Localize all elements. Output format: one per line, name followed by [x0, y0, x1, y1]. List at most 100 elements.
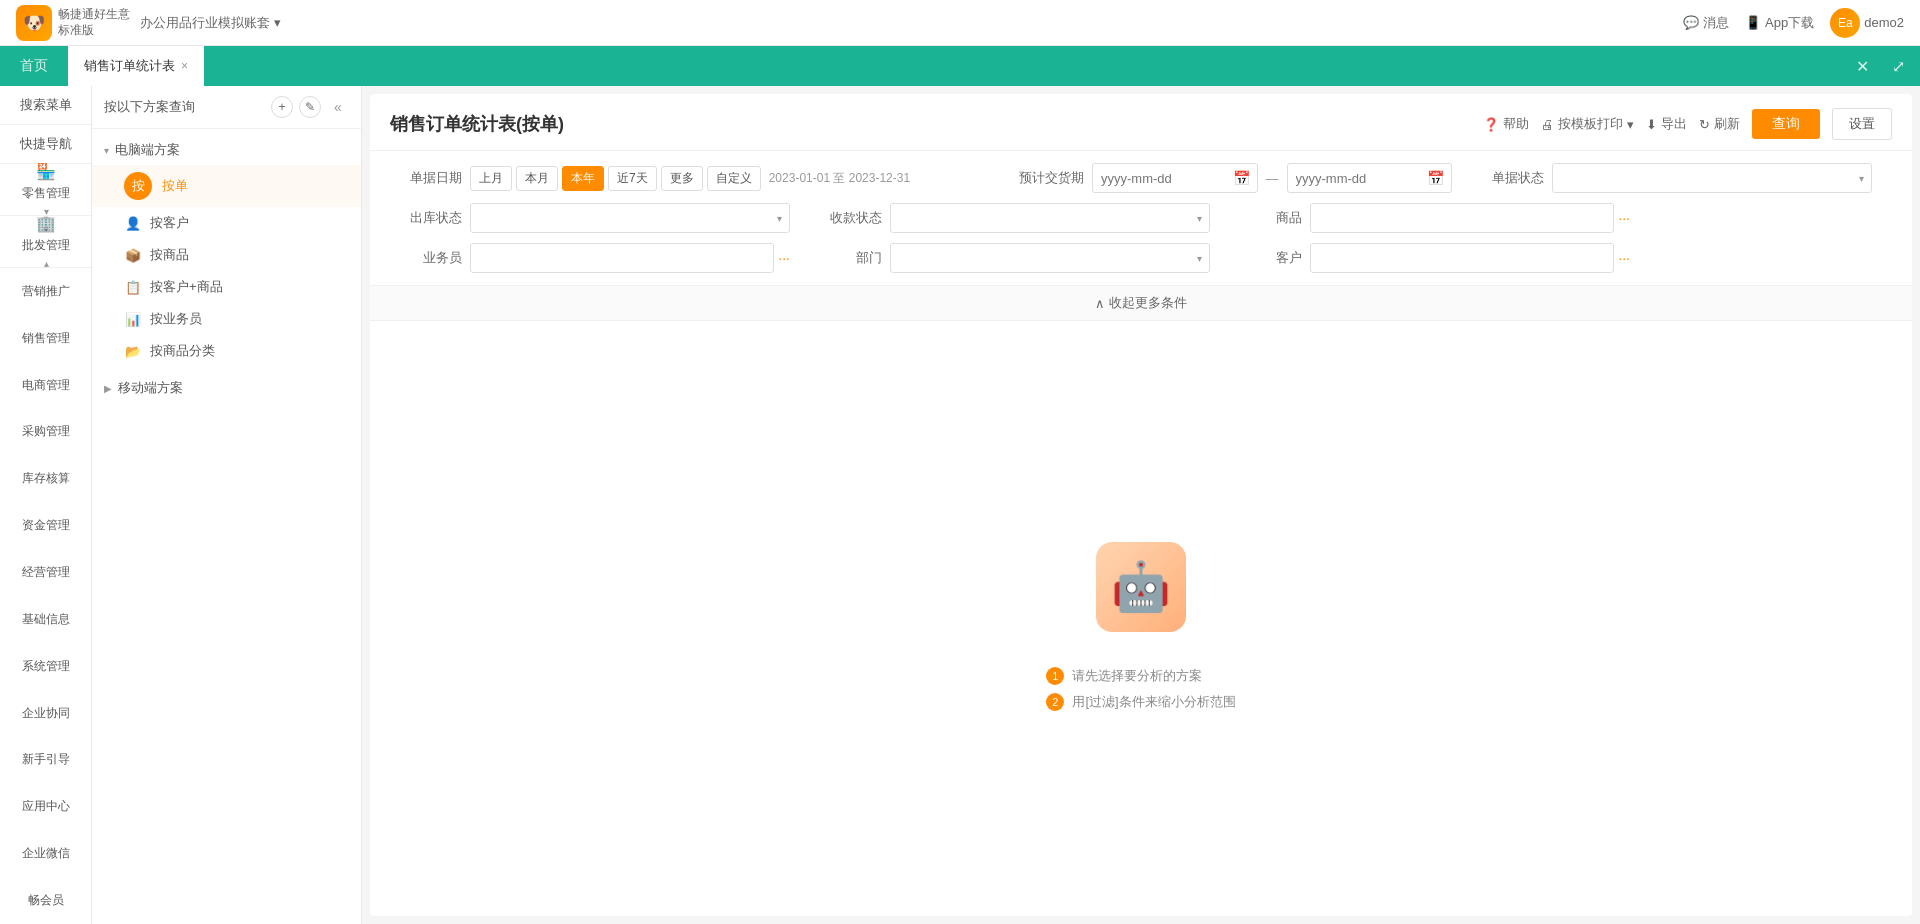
sidebar-item-basic[interactable]: 基础信息	[0, 596, 91, 643]
top-bar-right: 💬 消息 📱 App下载 Ea demo2	[1683, 8, 1904, 38]
ship-status-select[interactable]	[470, 203, 790, 233]
pc-section-header[interactable]: ▾ 电脑端方案	[92, 135, 361, 165]
tree-item-by-category[interactable]: 📂 按商品分类	[92, 335, 361, 367]
expected-date-start[interactable]	[1092, 163, 1258, 193]
salesman-input[interactable]	[470, 243, 774, 273]
payment-status-select-wrap: ▾	[890, 203, 1210, 233]
doc-status-select[interactable]	[1552, 163, 1872, 193]
tree-item-by-cust-prod[interactable]: 📋 按客户+商品	[92, 271, 361, 303]
sidebar-item-apps[interactable]: 应用中心	[0, 783, 91, 830]
logo-icon: 🐶	[16, 5, 52, 41]
sidebar-item-wholesale[interactable]: 🏢 批发管理 ▴	[0, 216, 91, 268]
product-ellipsis-btn[interactable]: ···	[1618, 210, 1630, 226]
date-btn-last-month[interactable]: 上月	[470, 166, 512, 191]
edit-scheme-btn[interactable]: ✎	[299, 96, 321, 118]
sidebar: 搜索菜单 快捷导航 🏪 零售管理 ▾ 🏢 批发管理 ▴ 营销推广 销售管理 电商…	[0, 86, 92, 924]
expected-date-end-wrap: 📅	[1287, 163, 1453, 193]
product-input[interactable]	[1310, 203, 1614, 233]
mobile-section-title: 移动端方案	[118, 379, 183, 397]
date-range-text: 2023-01-01 至 2023-12-31	[769, 170, 910, 187]
salesman-icon: 📊	[124, 310, 142, 328]
sidebar-item-inventory[interactable]: 库存核算	[0, 455, 91, 502]
message-action[interactable]: 💬 消息	[1683, 14, 1729, 32]
customer-icon: 👤	[124, 214, 142, 232]
tree-item-by-salesman[interactable]: 📊 按业务员	[92, 303, 361, 335]
dept-select[interactable]	[890, 243, 1210, 273]
main-layout: 搜索菜单 快捷导航 🏪 零售管理 ▾ 🏢 批发管理 ▴ 营销推广 销售管理 电商…	[0, 86, 1920, 924]
window-close-btn[interactable]: ✕	[1848, 52, 1876, 80]
collapse-bar[interactable]: ∧ 收起更多条件	[370, 286, 1912, 321]
product-label: 商品	[1230, 209, 1310, 227]
empty-robot-icon: 🤖	[1096, 542, 1186, 632]
retail-icon: 🏪	[36, 162, 56, 181]
sidebar-item-wechat[interactable]: 企业微信	[0, 830, 91, 877]
tab-active[interactable]: 销售订单统计表 ×	[68, 46, 204, 86]
sidebar-item-operations[interactable]: 经营管理	[0, 549, 91, 596]
tab-close-icon[interactable]: ×	[181, 59, 188, 73]
sidebar-item-newbie[interactable]: 新手引导	[0, 737, 91, 784]
collapse-icon: «	[334, 99, 342, 115]
tab-bar-actions: ✕ ⤢	[1848, 52, 1920, 80]
tree-item-by-customer[interactable]: 👤 按客户	[92, 207, 361, 239]
query-btn[interactable]: 查询	[1752, 109, 1820, 139]
sidebar-item-member[interactable]: 畅会员	[0, 877, 91, 924]
ship-status-label: 出库状态	[390, 209, 470, 227]
print-dropdown-icon: ▾	[1627, 117, 1634, 132]
top-bar-left: 🐶 畅捷通好生意 标准版 办公用品行业模拟账套 ▾	[16, 5, 281, 41]
settings-btn[interactable]: 设置	[1832, 108, 1892, 140]
date-btn-more[interactable]: 更多	[661, 166, 703, 191]
sidebar-item-sales[interactable]: 销售管理	[0, 315, 91, 362]
breadcrumb[interactable]: 办公用品行业模拟账套 ▾	[140, 14, 281, 32]
collapse-panel-btn[interactable]: «	[327, 96, 349, 118]
active-dot-icon: 按	[124, 172, 152, 200]
sidebar-item-ecommerce[interactable]: 电商管理	[0, 362, 91, 409]
hint-num-2: 2	[1046, 693, 1064, 711]
customer-ellipsis-btn[interactable]: ···	[1618, 250, 1630, 266]
sidebar-quick-nav[interactable]: 快捷导航	[0, 125, 91, 164]
empty-state: 🤖 1 请先选择要分析的方案 2 用[过滤]条件来缩小分析范围	[370, 321, 1912, 916]
breadcrumb-text: 办公用品行业模拟账套	[140, 14, 270, 32]
date-btn-7days[interactable]: 近7天	[608, 166, 657, 191]
page-actions: ❓ 帮助 🖨 按模板打印 ▾ ⬇ 导出 ↻ 刷新	[1483, 108, 1892, 140]
date-btn-custom[interactable]: 自定义	[707, 166, 761, 191]
tab-home[interactable]: 首页	[0, 46, 68, 86]
print-btn[interactable]: 🖨 按模板打印 ▾	[1541, 115, 1634, 133]
export-btn[interactable]: ⬇ 导出	[1646, 115, 1687, 133]
app-download-action[interactable]: 📱 App下载	[1745, 14, 1814, 32]
sidebar-item-enterprise[interactable]: 企业协同	[0, 690, 91, 737]
date-btn-this-month[interactable]: 本月	[516, 166, 558, 191]
date-quick-btns: 上月 本月 本年 近7天 更多 自定义 2023-01-01 至 2023-12…	[470, 166, 910, 191]
tree-item-by-product[interactable]: 📦 按商品	[92, 239, 361, 271]
sidebar-item-marketing[interactable]: 营销推广	[0, 268, 91, 315]
left-panel: 按以下方案查询 + ✎ « ▾ 电脑端方案	[92, 86, 362, 924]
mobile-section-arrow: ▶	[104, 383, 112, 394]
filter-row-1: 单据日期 上月 本月 本年 近7天 更多 自定义 2023-01-01 至 20…	[390, 163, 1892, 193]
help-btn[interactable]: ❓ 帮助	[1483, 115, 1529, 133]
dept-select-wrap: ▾	[890, 243, 1210, 273]
sidebar-search-menu[interactable]: 搜索菜单	[0, 86, 91, 125]
payment-status-select[interactable]	[890, 203, 1210, 233]
help-icon: ❓	[1483, 117, 1499, 132]
salesman-ellipsis-btn[interactable]: ···	[778, 250, 790, 266]
add-scheme-btn[interactable]: +	[271, 96, 293, 118]
mobile-section-header[interactable]: ▶ 移动端方案	[92, 373, 361, 403]
sidebar-item-system[interactable]: 系统管理	[0, 643, 91, 690]
product-icon: 📦	[124, 246, 142, 264]
window-maximize-btn[interactable]: ⤢	[1884, 52, 1912, 80]
empty-illustration: 🤖	[1081, 527, 1201, 647]
breadcrumb-dropdown-icon[interactable]: ▾	[274, 15, 281, 30]
date-btn-this-year[interactable]: 本年	[562, 166, 604, 191]
expected-date-label: 预计交货期	[1002, 169, 1092, 187]
customer-input[interactable]	[1310, 243, 1614, 273]
page-title: 销售订单统计表(按单)	[390, 112, 564, 136]
sidebar-item-finance[interactable]: 资金管理	[0, 502, 91, 549]
sidebar-item-retail[interactable]: 🏪 零售管理 ▾	[0, 164, 91, 216]
expected-date-end[interactable]	[1287, 163, 1453, 193]
edit-icon: ✎	[305, 100, 315, 114]
ship-status-select-wrap: ▾	[470, 203, 790, 233]
sidebar-item-purchase[interactable]: 采购管理	[0, 409, 91, 456]
refresh-btn[interactable]: ↻ 刷新	[1699, 115, 1740, 133]
user-area[interactable]: Ea demo2	[1830, 8, 1904, 38]
salesman-label: 业务员	[390, 249, 470, 267]
tree-item-by-order[interactable]: 按 按单	[92, 165, 361, 207]
